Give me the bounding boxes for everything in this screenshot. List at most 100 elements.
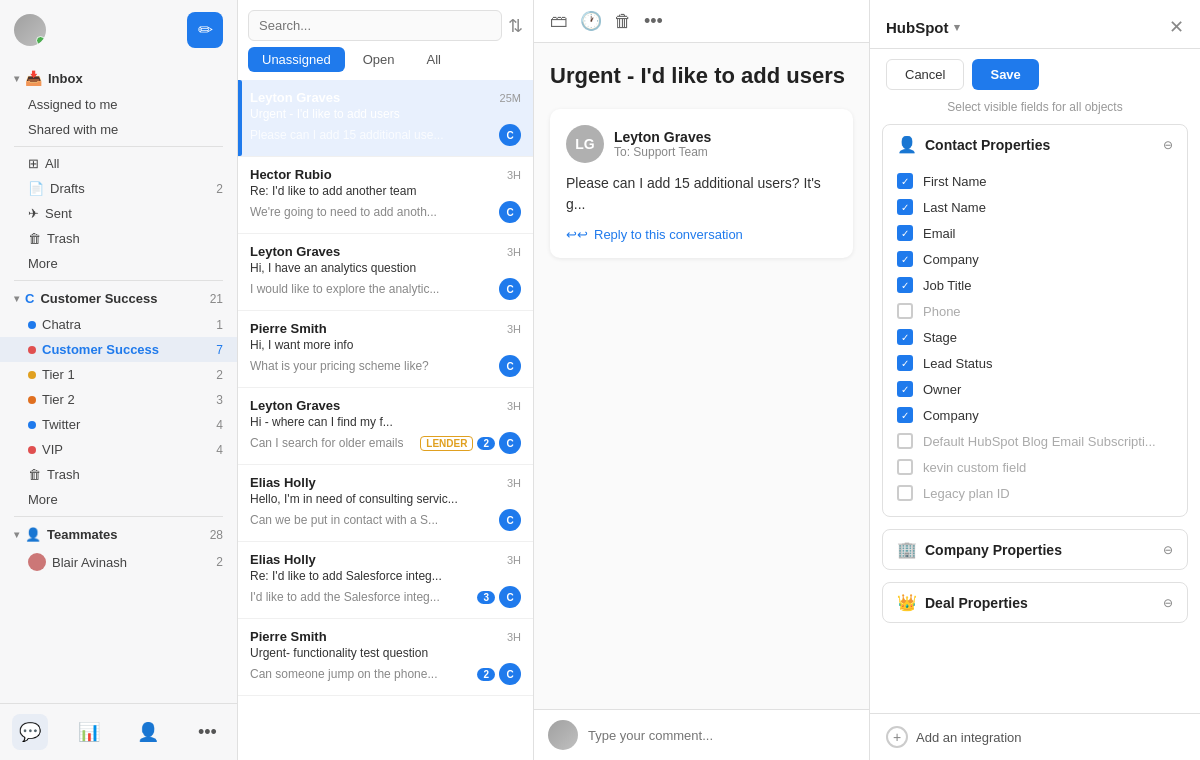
prop-checkbox[interactable] <box>897 485 913 501</box>
sidebar-item-vip[interactable]: VIP 4 <box>0 437 237 462</box>
prop-item: First Name <box>897 168 1173 194</box>
prop-item: Default HubSpot Blog Email Subscripti... <box>897 428 1173 454</box>
prop-label: Default HubSpot Blog Email Subscripti... <box>923 434 1156 449</box>
add-integration[interactable]: + Add an integration <box>870 713 1200 760</box>
rp-close-button[interactable]: ✕ <box>1169 16 1184 38</box>
list-item[interactable]: Pierre Smith 3H Hi, I want more info Wha… <box>238 311 533 388</box>
list-item[interactable]: Hector Rubio 3H Re: I'd like to add anot… <box>238 157 533 234</box>
more-bottom-icon[interactable]: ••• <box>189 714 225 750</box>
conv-name: Hector Rubio <box>250 167 332 182</box>
prop-item: kevin custom field <box>897 454 1173 480</box>
tab-all[interactable]: All <box>412 47 454 72</box>
company-properties-header[interactable]: 🏢 Company Properties ⊖ <box>883 530 1187 569</box>
tab-open[interactable]: Open <box>349 47 409 72</box>
archive-icon[interactable]: 🗃 <box>550 11 568 32</box>
sidebar-item-trash[interactable]: 🗑 Trash <box>0 226 237 251</box>
sidebar-item-assigned-to-me[interactable]: Assigned to me <box>0 92 237 117</box>
reply-button[interactable]: ↩↩ Reply to this conversation <box>566 227 743 242</box>
cancel-button[interactable]: Cancel <box>886 59 964 90</box>
count-badge: 2 <box>477 668 495 681</box>
prop-checkbox[interactable] <box>897 355 913 371</box>
msg-meta: Leyton Graves To: Support Team <box>614 129 837 159</box>
cs-dot <box>28 346 36 354</box>
contacts-icon[interactable]: 👤 <box>130 714 166 750</box>
prop-checkbox[interactable] <box>897 459 913 475</box>
filter-icon[interactable]: ⇅ <box>508 15 523 37</box>
comment-input[interactable] <box>588 728 855 743</box>
teammates-group[interactable]: ▾ 👤 Teammates 28 <box>0 521 237 548</box>
list-item[interactable]: Pierre Smith 3H Urgent- functionality te… <box>238 619 533 696</box>
chatra-dot <box>28 321 36 329</box>
clock-icon[interactable]: 🕐 <box>580 10 602 32</box>
conv-badge-row: C <box>499 124 521 146</box>
rp-header: HubSpot ▾ ✕ <box>870 0 1200 49</box>
msg-sender-name: Leyton Graves <box>614 129 837 145</box>
prop-checkbox[interactable] <box>897 199 913 215</box>
inbox-label: Inbox <box>48 71 83 86</box>
sidebar-item-more[interactable]: More <box>0 251 237 276</box>
prop-checkbox[interactable] <box>897 225 913 241</box>
prop-checkbox[interactable] <box>897 407 913 423</box>
prop-label: Owner <box>923 382 961 397</box>
hubspot-title: HubSpot <box>886 19 948 36</box>
msg-to: To: Support Team <box>614 145 837 159</box>
conversation-list: ⇅ Unassigned Open All Leyton Graves 25M … <box>238 0 534 760</box>
prop-item: Company <box>897 402 1173 428</box>
list-item[interactable]: Leyton Graves 3H Hi, I have an analytics… <box>238 234 533 311</box>
prop-checkbox[interactable] <box>897 303 913 319</box>
compose-button[interactable]: ✏ <box>187 12 223 48</box>
conv-badge-row: 3 C <box>477 586 521 608</box>
conv-subject: Urgent- functionality test question <box>250 646 521 660</box>
customer-success-group[interactable]: ▾ C Customer Success 21 <box>0 285 237 312</box>
deal-properties-header[interactable]: 👑 Deal Properties ⊖ <box>883 583 1187 622</box>
list-item[interactable]: Leyton Graves 25M Urgent - I'd like to a… <box>238 80 533 157</box>
conv-preview: Can we be put in contact with a S... <box>250 513 438 527</box>
prop-checkbox[interactable] <box>897 329 913 345</box>
sidebar-item-drafts[interactable]: 📄 Drafts 2 <box>0 176 237 201</box>
prop-checkbox[interactable] <box>897 433 913 449</box>
tab-unassigned[interactable]: Unassigned <box>248 47 345 72</box>
sidebar-item-trash2[interactable]: 🗑 Trash <box>0 462 237 487</box>
inbox-group[interactable]: ▾ 📥 Inbox <box>0 64 237 92</box>
sidebar-item-sent[interactable]: ✈ Sent <box>0 201 237 226</box>
list-item[interactable]: Elias Holly 3H Re: I'd like to add Sales… <box>238 542 533 619</box>
list-item[interactable]: Leyton Graves 3H Hi - where can I find m… <box>238 388 533 465</box>
conv-time: 3H <box>507 246 521 258</box>
list-item[interactable]: Elias Holly 3H Hello, I'm in need of con… <box>238 465 533 542</box>
sidebar-item-customer-success[interactable]: Customer Success 7 <box>0 337 237 362</box>
chart-icon[interactable]: 📊 <box>71 714 107 750</box>
vip-dot <box>28 446 36 454</box>
save-button[interactable]: Save <box>972 59 1038 90</box>
drafts-icon: 📄 <box>28 181 44 196</box>
contact-properties-header[interactable]: 👤 Contact Properties ⊖ <box>883 125 1187 164</box>
twitter-count: 4 <box>216 418 223 432</box>
conv-avatar: C <box>499 124 521 146</box>
vip-label: VIP <box>42 442 63 457</box>
shared-with-me-label: Shared with me <box>28 122 118 137</box>
sidebar-item-shared-with-me[interactable]: Shared with me <box>0 117 237 142</box>
conv-item-top: Leyton Graves 3H <box>250 244 521 259</box>
prop-checkbox[interactable] <box>897 277 913 293</box>
prop-checkbox[interactable] <box>897 173 913 189</box>
sidebar-item-all[interactable]: ⊞ All <box>0 151 237 176</box>
more-toolbar-icon[interactable]: ••• <box>644 11 663 32</box>
conv-avatar: C <box>499 663 521 685</box>
prop-checkbox[interactable] <box>897 381 913 397</box>
sidebar-item-chatra[interactable]: Chatra 1 <box>0 312 237 337</box>
rp-title: HubSpot ▾ <box>886 19 960 36</box>
customer-success-section: ▾ C Customer Success 21 Chatra 1 Custome… <box>0 285 237 512</box>
contact-properties-section: 👤 Contact Properties ⊖ First Name Last N… <box>882 124 1188 517</box>
sidebar-item-tier1[interactable]: Tier 1 2 <box>0 362 237 387</box>
delete-icon[interactable]: 🗑 <box>614 11 632 32</box>
sidebar-item-more2[interactable]: More <box>0 487 237 512</box>
sidebar-item-twitter[interactable]: Twitter 4 <box>0 412 237 437</box>
prop-item: Owner <box>897 376 1173 402</box>
conv-preview: I'd like to add the Salesforce integ... <box>250 590 440 604</box>
msg-header: LG Leyton Graves To: Support Team <box>566 125 837 163</box>
sidebar-item-blair[interactable]: Blair Avinash 2 <box>0 548 237 576</box>
twitter-label: Twitter <box>42 417 80 432</box>
chat-icon[interactable]: 💬 <box>12 714 48 750</box>
sidebar-item-tier2[interactable]: Tier 2 3 <box>0 387 237 412</box>
search-input[interactable] <box>248 10 502 41</box>
prop-checkbox[interactable] <box>897 251 913 267</box>
